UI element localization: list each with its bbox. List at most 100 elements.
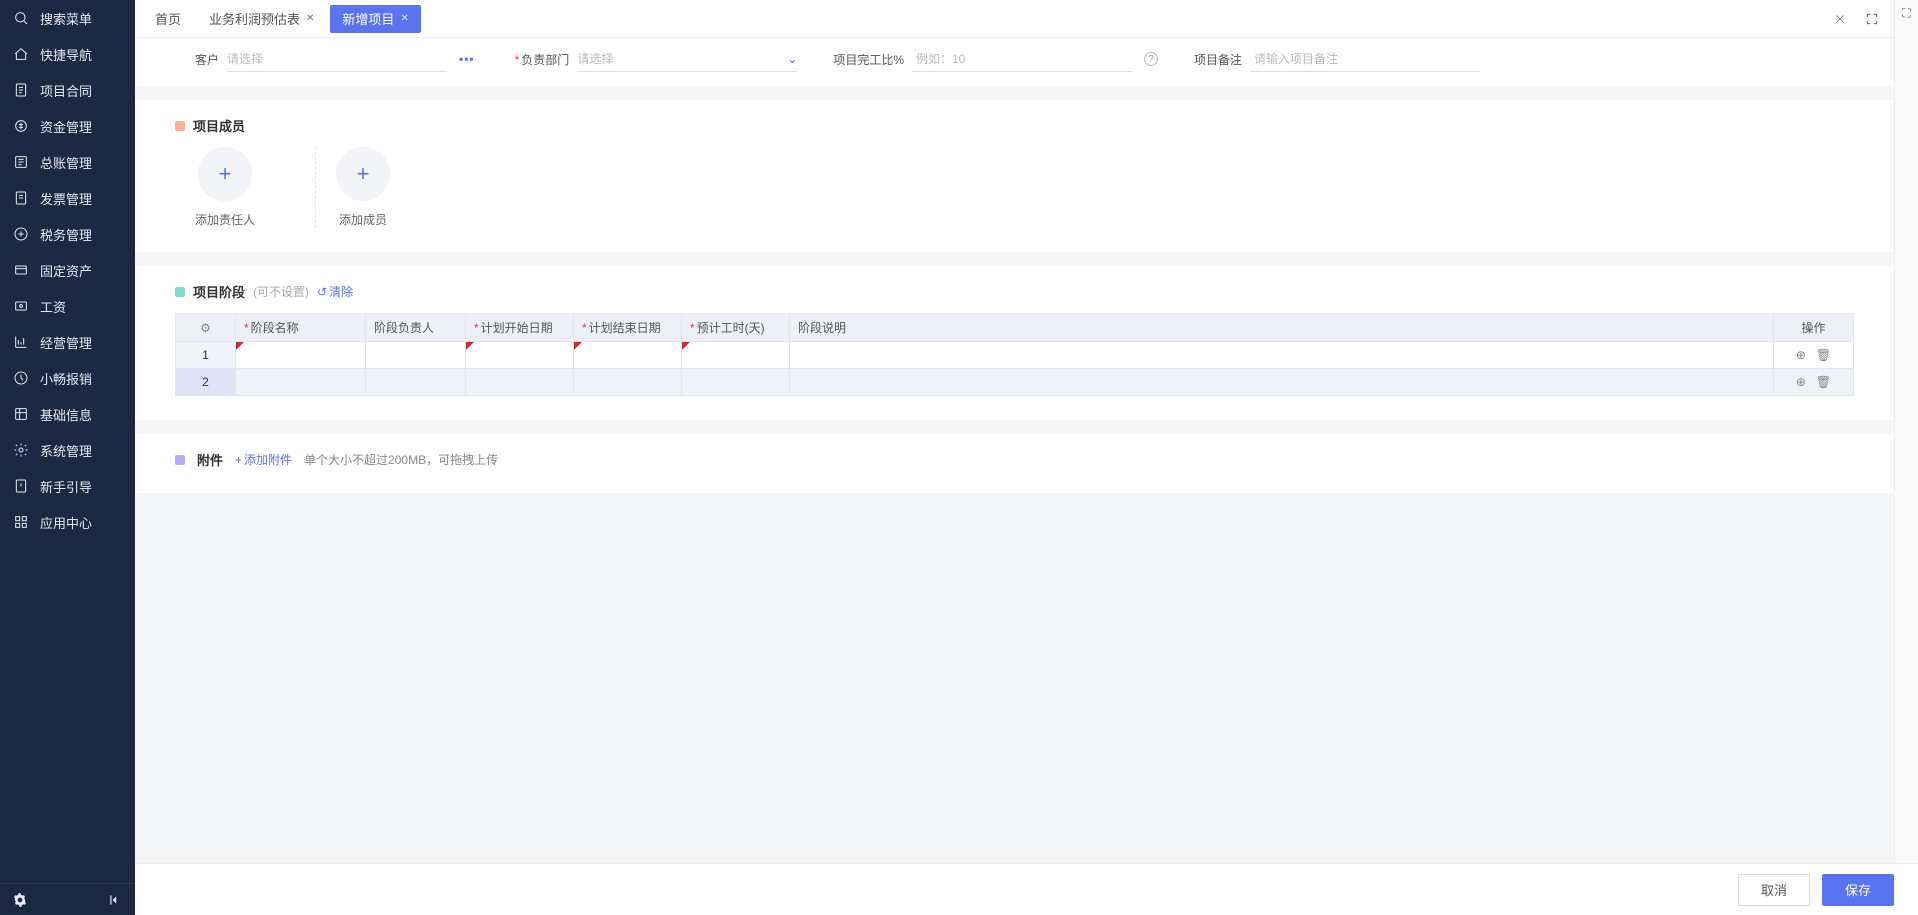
sidebar-item-label: 经营管理 (40, 333, 92, 352)
tab-home[interactable]: 首页 (143, 5, 193, 33)
add-row-icon[interactable]: ⊕ (1796, 375, 1806, 389)
apps-icon (12, 513, 30, 531)
collapse-icon[interactable] (107, 892, 123, 908)
tabs: 首页 业务利润预估表 ✕ 新增项目 ✕ (135, 0, 1894, 38)
phase-table: ⚙ *阶段名称 阶段负责人 *计划开始日期 *计划结束日期 *预计工时(天) 阶… (175, 313, 1774, 396)
col-name: *阶段名称 (236, 314, 366, 341)
clear-phases-link[interactable]: ↺ 清除 (317, 283, 353, 300)
sidebar-item-guide[interactable]: 新手引导 (0, 468, 135, 504)
gear-icon: ⚙ (200, 321, 211, 335)
sidebar-item-ledger[interactable]: 总账管理 (0, 144, 135, 180)
sidebar-item-quicknav[interactable]: 快捷导航 (0, 36, 135, 72)
select-placeholder: 请选择 (577, 50, 613, 67)
chart-icon (12, 333, 30, 351)
col-ops: 操作 (1774, 314, 1853, 341)
sidebar-item-assets[interactable]: 固定资产 (0, 252, 135, 288)
add-member-button[interactable]: + 添加成员 (315, 147, 410, 228)
chevron-down-icon: ⌄ (787, 52, 797, 66)
add-owner-button[interactable]: + 添加责任人 (175, 147, 275, 228)
form-row: 客户 请选择 ••• *负责部门 请选择 ⌄ 项目完工比% ? (135, 38, 1894, 86)
section-phases: 项目阶段 (可不设置) ↺ 清除 ⚙ *阶段名称 阶段负责人 *计划开始日期 (135, 266, 1894, 420)
sidebar-item-label: 应用中心 (40, 513, 92, 532)
more-icon[interactable]: ••• (455, 52, 479, 66)
sidebar-item-label: 搜索菜单 (40, 9, 92, 28)
save-button[interactable]: 保存 (1822, 874, 1894, 906)
section-subtitle: (可不设置) (253, 283, 309, 300)
ops-cell: ⊕ 🗑 (1774, 369, 1853, 395)
sidebar-items: 搜索菜单 快捷导航 项目合同 资金管理 总账管理 发票管理 (0, 0, 135, 883)
invoice-icon (12, 189, 30, 207)
required-marker-icon (574, 342, 582, 350)
sidebar-item-salary[interactable]: 工资 (0, 288, 135, 324)
content: 客户 请选择 ••• *负责部门 请选择 ⌄ 项目完工比% ? (135, 38, 1894, 915)
cell-owner[interactable] (366, 369, 466, 395)
cell-end[interactable] (574, 342, 682, 368)
required-marker-icon (682, 342, 690, 350)
cell-start[interactable] (466, 369, 574, 395)
search-icon (12, 9, 30, 27)
sidebar-item-search[interactable]: 搜索菜单 (0, 0, 135, 36)
col-hours: *预计工时(天) (682, 314, 790, 341)
cell-end[interactable] (574, 369, 682, 395)
delete-row-icon[interactable]: 🗑 (1816, 375, 1831, 389)
add-attachment-link[interactable]: + 添加附件 (235, 451, 292, 468)
customer-select[interactable]: 请选择 (227, 46, 447, 72)
section-members: 项目成员 + 添加责任人 + 添加成员 (135, 100, 1894, 252)
section-header: 项目阶段 (可不设置) ↺ 清除 (175, 282, 1854, 301)
coin-icon (12, 117, 30, 135)
help-icon[interactable]: ? (1144, 52, 1158, 66)
cell-hours[interactable] (682, 342, 790, 368)
tab-close-all[interactable] (1826, 5, 1854, 33)
sidebar-item-expense[interactable]: 小畅报销 (0, 360, 135, 396)
sidebar-item-system[interactable]: 系统管理 (0, 432, 135, 468)
cell-desc[interactable] (790, 369, 1773, 395)
field-remark: 项目备注 (1194, 46, 1480, 72)
section-title: 附件 (197, 450, 223, 469)
asset-icon (12, 261, 30, 279)
col-settings[interactable]: ⚙ (176, 314, 236, 341)
undo-icon: ↺ (317, 285, 327, 299)
cell-start[interactable] (466, 342, 574, 368)
remark-input[interactable] (1250, 46, 1480, 72)
tax-icon (12, 225, 30, 243)
cell-owner[interactable] (366, 342, 466, 368)
add-row-icon[interactable]: ⊕ (1796, 348, 1806, 362)
tab-profit-report[interactable]: 业务利润预估表 ✕ (197, 5, 326, 33)
ops-row: ⊕ 🗑 (1774, 368, 1853, 395)
close-icon[interactable]: ✕ (306, 13, 314, 24)
percent-input[interactable] (912, 46, 1132, 72)
main: 首页 业务利润预估表 ✕ 新增项目 ✕ 客户 请选择 (135, 0, 1894, 915)
tab-fullscreen[interactable] (1858, 5, 1886, 33)
sidebar-item-apps[interactable]: 应用中心 (0, 504, 135, 540)
table-row: 2 (176, 368, 1773, 395)
delete-row-icon[interactable]: 🗑 (1816, 348, 1831, 362)
sidebar-item-operation[interactable]: 经营管理 (0, 324, 135, 360)
sidebar-item-funds[interactable]: 资金管理 (0, 108, 135, 144)
sidebar-item-base[interactable]: 基础信息 (0, 396, 135, 432)
plus-icon: + (235, 453, 242, 467)
sidebar-footer (0, 883, 135, 915)
cancel-button[interactable]: 取消 (1738, 874, 1810, 906)
required-marker-icon (466, 342, 474, 350)
adder-label: 添加责任人 (195, 211, 255, 228)
tab-new-project[interactable]: 新增项目 ✕ (330, 5, 420, 33)
field-dept: *负责部门 请选择 ⌄ (515, 46, 798, 72)
sidebar-item-tax[interactable]: 税务管理 (0, 216, 135, 252)
sidebar-item-label: 总账管理 (40, 153, 92, 172)
section-attachment: 附件 + 添加附件 单个大小不超过200MB，可拖拽上传 (135, 434, 1894, 493)
sidebar-item-project-contract[interactable]: 项目合同 (0, 72, 135, 108)
dept-select[interactable]: 请选择 ⌄ (577, 46, 797, 72)
field-label: *负责部门 (515, 51, 570, 68)
close-icon[interactable]: ✕ (400, 13, 408, 24)
cell-name[interactable] (236, 342, 366, 368)
right-strip-icons: ⛶ (1895, 4, 1918, 22)
link-label: 清除 (329, 283, 353, 300)
cell-desc[interactable] (790, 342, 1773, 368)
adder-label: 添加成员 (339, 211, 387, 228)
sidebar-item-invoice[interactable]: 发票管理 (0, 180, 135, 216)
expand-icon[interactable]: ⛶ (1898, 4, 1916, 22)
settings-icon[interactable] (12, 892, 28, 908)
cell-name[interactable] (236, 369, 366, 395)
section-dot-icon (175, 287, 185, 297)
cell-hours[interactable] (682, 369, 790, 395)
